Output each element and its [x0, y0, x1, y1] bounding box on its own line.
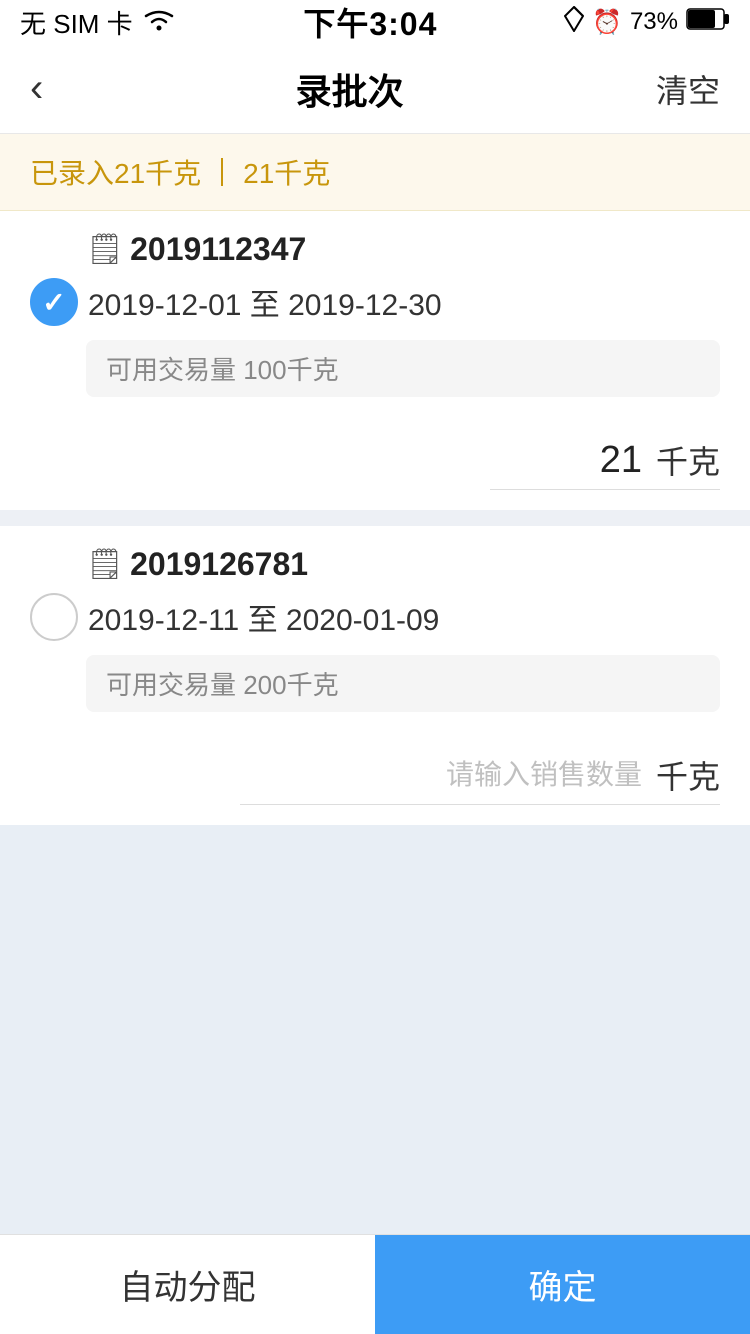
batch1-qty-input-wrapper: 千克 — [490, 437, 720, 490]
section-separator-1 — [0, 510, 750, 526]
carrier-label: 无 SIM 卡 — [20, 4, 133, 41]
page-title: 录批次 — [296, 63, 404, 115]
batch1-qty-line: 千克 — [542, 437, 720, 483]
confirm-button[interactable]: 确定 — [375, 1235, 750, 1334]
batch2-date-row[interactable]: 2019-12-11 至 2020-01-09 — [30, 593, 720, 641]
batch2-id-icon: 🗒 — [86, 547, 124, 582]
batch1-date: 2019-12-01 至 2019-12-30 — [88, 280, 442, 324]
status-left: 无 SIM 卡 — [20, 4, 177, 41]
batch2-date: 2019-12-11 至 2020-01-09 — [88, 595, 439, 639]
batch1-qty-unit: 千克 — [656, 437, 720, 483]
batch2-qty-line: 千克 — [302, 752, 720, 798]
batch1-date-row[interactable]: ✓ 2019-12-01 至 2019-12-30 — [30, 278, 720, 326]
batch2-id-row: 🗒 2019126781 — [30, 546, 720, 583]
batch2-radio[interactable] — [30, 593, 78, 641]
batch2-id: 2019126781 — [130, 546, 308, 583]
summary-value: 21千克 — [243, 152, 330, 192]
wifi-icon — [141, 6, 177, 39]
batch-card-2: 🗒 2019126781 2019-12-11 至 2020-01-09 可用交… — [0, 526, 750, 825]
batch1-id-row: 🗒 2019112347 — [30, 231, 720, 268]
batch1-radio[interactable]: ✓ — [30, 278, 78, 326]
battery-icon — [686, 8, 730, 37]
batch1-qty-input[interactable] — [542, 439, 642, 482]
back-button[interactable]: ‹ — [30, 66, 43, 111]
batch1-qty-wrapper: 千克 — [0, 427, 750, 510]
status-bar: 无 SIM 卡 下午3:04 ⏰ 73% — [0, 0, 750, 44]
bottom-bar: 自动分配 确定 — [0, 1234, 750, 1334]
batch2-qty-input[interactable] — [302, 759, 642, 791]
batch2-qty-wrapper: 千克 — [0, 742, 750, 825]
batch1-available: 可用交易量 100千克 — [86, 340, 720, 397]
batch2-available: 可用交易量 200千克 — [86, 655, 720, 712]
summary-divider — [221, 158, 223, 186]
check-icon: ✓ — [42, 286, 65, 319]
battery-percent: 73% — [630, 8, 678, 36]
status-right: ⏰ 73% — [564, 6, 730, 39]
auto-distribute-button[interactable]: 自动分配 — [0, 1235, 375, 1334]
status-time: 下午3:04 — [303, 0, 437, 45]
batch2-qty-unit: 千克 — [656, 752, 720, 798]
batch1-id: 2019112347 — [130, 231, 306, 268]
clear-button[interactable]: 清空 — [656, 66, 720, 112]
alarm-icon: ⏰ — [592, 8, 622, 37]
summary-label: 已录入21千克 — [30, 152, 201, 192]
empty-area — [0, 825, 750, 1245]
batch2-qty-input-wrapper: 千克 — [240, 752, 720, 805]
nav-bar: ‹ 录批次 清空 — [0, 44, 750, 134]
location-icon — [564, 6, 584, 39]
batch1-id-icon: 🗒 — [86, 232, 124, 267]
batch-card-1: 🗒 2019112347 ✓ 2019-12-01 至 2019-12-30 可… — [0, 211, 750, 510]
summary-bar: 已录入21千克 21千克 — [0, 134, 750, 211]
